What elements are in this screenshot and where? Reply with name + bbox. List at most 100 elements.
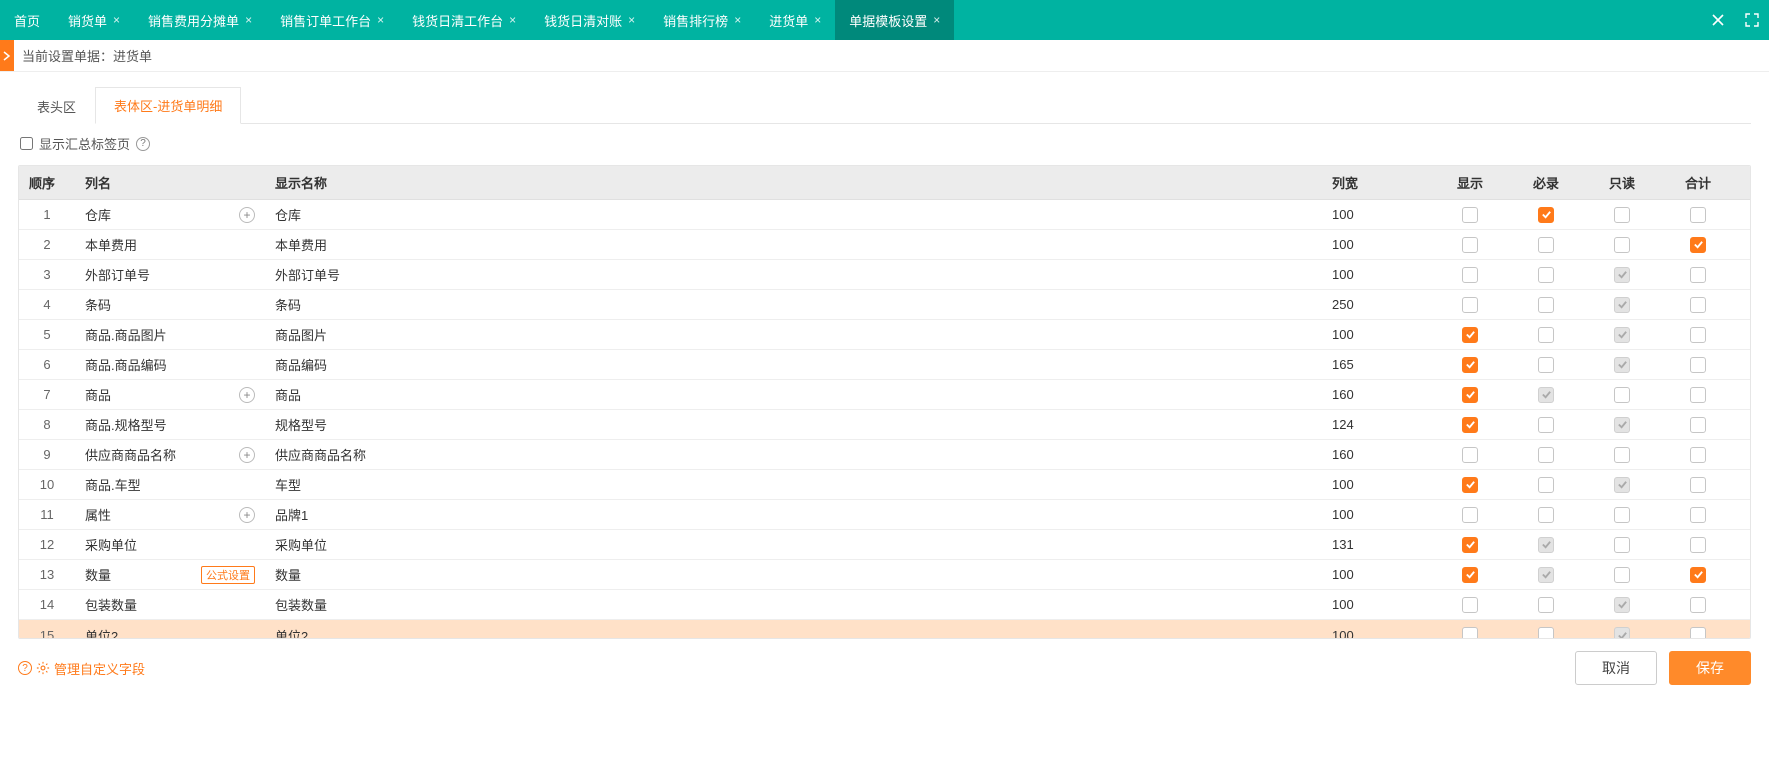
cell-display[interactable]: 品牌1 <box>265 505 1322 524</box>
tab-close-icon[interactable]: × <box>377 13 384 27</box>
formula-tag[interactable]: 公式设置 <box>201 566 255 584</box>
checkbox[interactable] <box>1538 507 1554 523</box>
table-row[interactable]: 4条码条码250 <box>19 290 1750 320</box>
checkbox[interactable] <box>1614 627 1630 638</box>
table-row[interactable]: 9供应商商品名称+供应商商品名称160 <box>19 440 1750 470</box>
table-row[interactable]: 1仓库+仓库100 <box>19 200 1750 230</box>
checkbox[interactable] <box>1690 477 1706 493</box>
checkbox[interactable] <box>1614 477 1630 493</box>
tab-close-icon[interactable]: × <box>628 13 635 27</box>
checkbox[interactable] <box>1690 537 1706 553</box>
checkbox[interactable] <box>1614 447 1630 463</box>
cell-display[interactable]: 商品 <box>265 385 1322 404</box>
top-tab[interactable]: 销货单× <box>54 0 134 40</box>
cell-width[interactable]: 160 <box>1322 387 1432 402</box>
table-row[interactable]: 8商品.规格型号规格型号124 <box>19 410 1750 440</box>
cell-width[interactable]: 250 <box>1322 297 1432 312</box>
checkbox[interactable] <box>1462 327 1478 343</box>
table-row[interactable]: 5商品.商品图片商品图片100 <box>19 320 1750 350</box>
table-row[interactable]: 10商品.车型车型100 <box>19 470 1750 500</box>
cell-width[interactable]: 100 <box>1322 567 1432 582</box>
checkbox[interactable] <box>1462 297 1478 313</box>
cell-display[interactable]: 外部订单号 <box>265 265 1322 284</box>
checkbox[interactable] <box>1538 297 1554 313</box>
tab-close-icon[interactable]: × <box>509 13 516 27</box>
checkbox[interactable] <box>1614 417 1630 433</box>
checkbox[interactable] <box>1690 597 1706 613</box>
cell-display[interactable]: 包装数量 <box>265 595 1322 614</box>
top-tab[interactable]: 钱货日清对账× <box>530 0 649 40</box>
checkbox[interactable] <box>1538 417 1554 433</box>
cell-display[interactable]: 商品图片 <box>265 325 1322 344</box>
cell-display[interactable]: 单位2 <box>265 626 1322 639</box>
checkbox[interactable] <box>1462 597 1478 613</box>
checkbox[interactable] <box>1614 207 1630 223</box>
checkbox[interactable] <box>1690 507 1706 523</box>
cell-display[interactable]: 车型 <box>265 475 1322 494</box>
checkbox[interactable] <box>1538 327 1554 343</box>
close-all-button[interactable] <box>1701 0 1735 40</box>
checkbox[interactable] <box>1690 447 1706 463</box>
help-icon[interactable]: ? <box>136 137 150 151</box>
checkbox[interactable] <box>1462 537 1478 553</box>
sub-tab[interactable]: 表体区-进货单明细 <box>95 87 241 124</box>
cell-display[interactable]: 仓库 <box>265 205 1322 224</box>
fullscreen-button[interactable] <box>1735 0 1769 40</box>
add-child-button[interactable]: + <box>239 507 255 523</box>
checkbox[interactable] <box>1462 387 1478 403</box>
checkbox[interactable] <box>1614 237 1630 253</box>
top-tab[interactable]: 进货单× <box>755 0 835 40</box>
cell-width[interactable]: 100 <box>1322 597 1432 612</box>
checkbox[interactable] <box>1690 327 1706 343</box>
checkbox[interactable] <box>1538 387 1554 403</box>
checkbox[interactable] <box>1614 267 1630 283</box>
cell-display[interactable]: 条码 <box>265 295 1322 314</box>
checkbox[interactable] <box>1690 207 1706 223</box>
tab-close-icon[interactable]: × <box>245 13 252 27</box>
sub-tab[interactable]: 表头区 <box>18 88 95 124</box>
save-button[interactable]: 保存 <box>1669 651 1751 685</box>
checkbox[interactable] <box>1538 477 1554 493</box>
top-tab[interactable]: 首页 <box>0 0 54 40</box>
checkbox[interactable] <box>1538 357 1554 373</box>
table-row[interactable]: 2本单费用本单费用100 <box>19 230 1750 260</box>
checkbox[interactable] <box>1462 207 1478 223</box>
footer-help-icon[interactable]: ? <box>18 661 32 675</box>
checkbox[interactable] <box>1462 417 1478 433</box>
table-row[interactable]: 6商品.商品编码商品编码165 <box>19 350 1750 380</box>
checkbox[interactable] <box>1614 357 1630 373</box>
top-tab[interactable]: 销售订单工作台× <box>266 0 398 40</box>
cell-display[interactable]: 供应商商品名称 <box>265 445 1322 464</box>
cell-width[interactable]: 100 <box>1322 327 1432 342</box>
checkbox[interactable] <box>1538 447 1554 463</box>
checkbox[interactable] <box>1462 507 1478 523</box>
add-child-button[interactable]: + <box>239 207 255 223</box>
checkbox[interactable] <box>1690 387 1706 403</box>
cell-width[interactable]: 160 <box>1322 447 1432 462</box>
cell-width[interactable]: 165 <box>1322 357 1432 372</box>
checkbox[interactable] <box>1690 237 1706 253</box>
table-row[interactable]: 11属性+品牌1100 <box>19 500 1750 530</box>
checkbox[interactable] <box>1690 297 1706 313</box>
checkbox[interactable] <box>1614 507 1630 523</box>
cell-width[interactable]: 100 <box>1322 628 1432 639</box>
tab-close-icon[interactable]: × <box>814 13 821 27</box>
checkbox[interactable] <box>1462 267 1478 283</box>
cancel-button[interactable]: 取消 <box>1575 651 1657 685</box>
checkbox[interactable] <box>1614 567 1630 583</box>
checkbox[interactable] <box>1462 627 1478 638</box>
checkbox[interactable] <box>1538 237 1554 253</box>
table-row[interactable]: 7商品+商品160 <box>19 380 1750 410</box>
table-row[interactable]: 3外部订单号外部订单号100 <box>19 260 1750 290</box>
checkbox[interactable] <box>1614 297 1630 313</box>
checkbox[interactable] <box>1538 537 1554 553</box>
checkbox[interactable] <box>1538 627 1554 638</box>
checkbox[interactable] <box>1462 447 1478 463</box>
checkbox[interactable] <box>1462 237 1478 253</box>
cell-width[interactable]: 131 <box>1322 537 1432 552</box>
checkbox[interactable] <box>1462 567 1478 583</box>
top-tab[interactable]: 单据模板设置× <box>835 0 954 40</box>
cell-width[interactable]: 100 <box>1322 207 1432 222</box>
checkbox[interactable] <box>1614 327 1630 343</box>
table-row[interactable]: 12采购单位采购单位131 <box>19 530 1750 560</box>
